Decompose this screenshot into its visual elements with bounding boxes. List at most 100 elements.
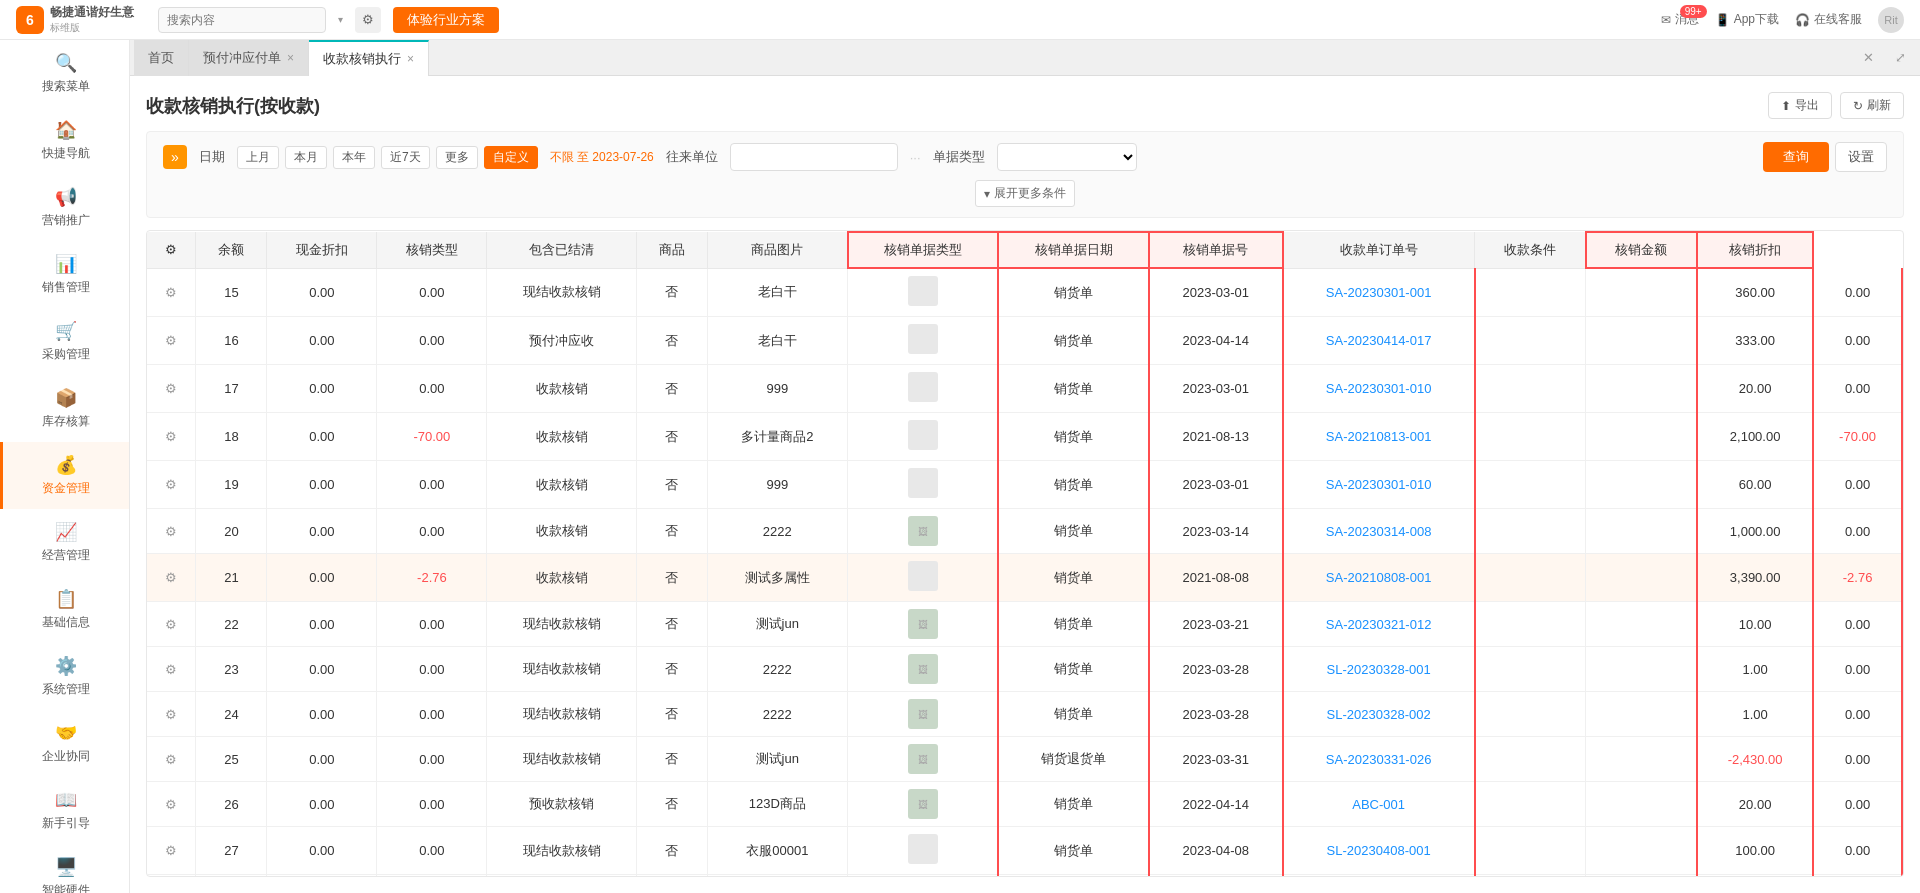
sidebar-item-采购管理[interactable]: 🛒采购管理 [0,308,129,375]
logo-text: 畅捷通谐好生意 标维版 [50,4,134,35]
row-gear-icon[interactable]: ⚙ [165,524,177,539]
cell-write_off_no[interactable]: SA-20230321-012 [1283,602,1475,647]
chevron-down-icon[interactable]: ▾ [338,14,343,25]
sidebar-item-企业协同[interactable]: 🤝企业协同 [0,710,129,777]
row-gear-icon[interactable]: ⚙ [165,843,177,858]
industry-solution-button[interactable]: 体验行业方案 [393,7,499,33]
tab-close-icon[interactable]: × [287,51,294,65]
cell-goods: 老白干 [707,268,848,317]
user-avatar[interactable]: Rit [1878,7,1904,33]
sidebar-item-基础信息[interactable]: 📋基础信息 [0,576,129,643]
sidebar-item-智能硬件[interactable]: 🖥️智能硬件 [0,844,129,893]
refresh-button[interactable]: ↻ 刷新 [1840,92,1904,119]
cell-write_off_no[interactable]: SA-20230301-001 [1283,268,1475,317]
cell-write_off_doc_type: 销货单 [998,461,1149,509]
col-header-included_cleared: 包含已结清 [487,232,636,268]
cell-goods_img [848,413,999,461]
sidebar-item-销售管理[interactable]: 📊销售管理 [0,241,129,308]
write-off-no-link[interactable]: SA-20210808-001 [1326,570,1432,585]
write-off-no-link[interactable]: SA-20230301-010 [1326,477,1432,492]
sidebar-icon: 📢 [55,186,77,208]
tab-首页[interactable]: 首页 [134,40,189,76]
cell-write_off_no[interactable]: SL-20230328-001 [1283,647,1475,692]
query-button[interactable]: 查询 [1763,142,1829,172]
row-gear-icon[interactable]: ⚙ [165,570,177,585]
cell-write_off_no[interactable]: ABC-001 [1283,782,1475,827]
this-month-btn[interactable]: 本月 [285,146,327,169]
last-month-btn[interactable]: 上月 [237,146,279,169]
write-off-no-link[interactable]: SA-20230301-010 [1326,381,1432,396]
row-gear-icon[interactable]: ⚙ [165,477,177,492]
online-service-link[interactable]: 🎧 在线客服 [1795,11,1862,28]
cell-write_off_date: 2021-08-08 [1149,554,1282,602]
cell-write_off_no[interactable]: SA-20230331-026 [1283,737,1475,782]
export-button[interactable]: ⬆ 导出 [1768,92,1832,119]
cell-write_off_no[interactable]: SA-20210808-001 [1283,554,1475,602]
sidebar-item-库存核算[interactable]: 📦库存核算 [0,375,129,442]
write-off-no-link[interactable]: SA-20230321-012 [1326,617,1432,632]
tab-close-icon[interactable]: × [407,52,414,66]
message-button[interactable]: ✉ 消息 99+ [1661,11,1699,28]
custom-date-btn[interactable]: 自定义 [484,146,538,169]
row-gear-icon[interactable]: ⚙ [165,333,177,348]
sidebar-item-资金管理[interactable]: 💰资金管理 [0,442,129,509]
row-gear-icon[interactable]: ⚙ [165,381,177,396]
col-header-write_off_date: 核销单据日期 [998,232,1149,268]
settings-gear-icon[interactable]: ⚙ [355,7,381,33]
maximize-btn[interactable]: ⤢ [1888,46,1912,70]
tab-label: 预付冲应付单 [203,49,281,67]
this-year-btn[interactable]: 本年 [333,146,375,169]
row-gear-icon[interactable]: ⚙ [165,752,177,767]
cell-receipt_condition [1586,647,1698,692]
write-off-no-link[interactable]: SA-20210813-001 [1326,429,1432,444]
expand-more-btn[interactable]: ▾ 展开更多条件 [975,180,1075,207]
filter-expand-arrow[interactable]: » [163,145,187,169]
cell-write_off_no[interactable]: SA-20230314-008 [1283,509,1475,554]
sidebar-item-经营管理[interactable]: 📈经营管理 [0,509,129,576]
cell-write_off_discount: 0.00 [1813,317,1902,365]
sidebar-item-快捷导航[interactable]: 🏠快捷导航 [0,107,129,174]
doc-type-select[interactable] [997,143,1137,171]
cell-write_off_no[interactable]: SA-20210813-001 [1283,413,1475,461]
write-off-no-link[interactable]: ABC-001 [1352,797,1405,812]
write-off-no-link[interactable]: SA-20230414-017 [1326,333,1432,348]
sidebar-item-系统管理[interactable]: ⚙️系统管理 [0,643,129,710]
row-gear-icon[interactable]: ⚙ [165,285,177,300]
cell-write_off_no[interactable]: SA-20230301-010 [1283,461,1475,509]
app-download-link[interactable]: 📱 App下载 [1715,11,1779,28]
cell-goods: 测试jun [707,737,848,782]
write-off-no-link[interactable]: SA-20230314-008 [1326,524,1432,539]
row-gear-icon[interactable]: ⚙ [165,797,177,812]
cell-write_off_no[interactable]: SA-20230301-010 [1283,365,1475,413]
cell-write_off_no[interactable]: SL-20230418-001 [1283,875,1475,878]
row-gear-icon[interactable]: ⚙ [165,429,177,444]
sidebar-item-新手引导[interactable]: 📖新手引导 [0,777,129,844]
last-7-days-btn[interactable]: 近7天 [381,146,430,169]
write-off-no-link[interactable]: SL-20230408-001 [1327,843,1431,858]
sidebar-item-营销推广[interactable]: 📢营销推广 [0,174,129,241]
setting-button[interactable]: 设置 [1835,142,1887,172]
cell-write_off_no[interactable]: SL-20230328-002 [1283,692,1475,737]
search-input[interactable] [158,7,326,33]
cell-cash_discount: 0.00 [377,875,487,878]
cell-receipt_condition [1586,602,1698,647]
write-off-no-link[interactable]: SL-20230328-001 [1327,662,1431,677]
cell-write_off_no[interactable]: SA-20230414-017 [1283,317,1475,365]
cell-gear: ⚙ [147,268,196,317]
cell-goods_img: 🖼 [848,782,999,827]
row-gear-icon[interactable]: ⚙ [165,662,177,677]
cell-gear: ⚙ [147,737,196,782]
close-all-tabs-btn[interactable]: ✕ [1856,46,1880,70]
tab-收款核销执行[interactable]: 收款核销执行× [309,40,429,76]
more-dates-btn[interactable]: 更多 [436,146,478,169]
cell-cash_discount: 0.00 [377,461,487,509]
tab-预付冲应付单[interactable]: 预付冲应付单 × [189,40,309,76]
write-off-no-link[interactable]: SA-20230331-026 [1326,752,1432,767]
write-off-no-link[interactable]: SA-20230301-001 [1326,285,1432,300]
write-off-no-link[interactable]: SL-20230328-002 [1327,707,1431,722]
partner-input[interactable] [730,143,898,171]
cell-write_off_no[interactable]: SL-20230408-001 [1283,827,1475,875]
row-gear-icon[interactable]: ⚙ [165,617,177,632]
sidebar-item-搜索菜单[interactable]: 🔍搜索菜单 [0,40,129,107]
row-gear-icon[interactable]: ⚙ [165,707,177,722]
